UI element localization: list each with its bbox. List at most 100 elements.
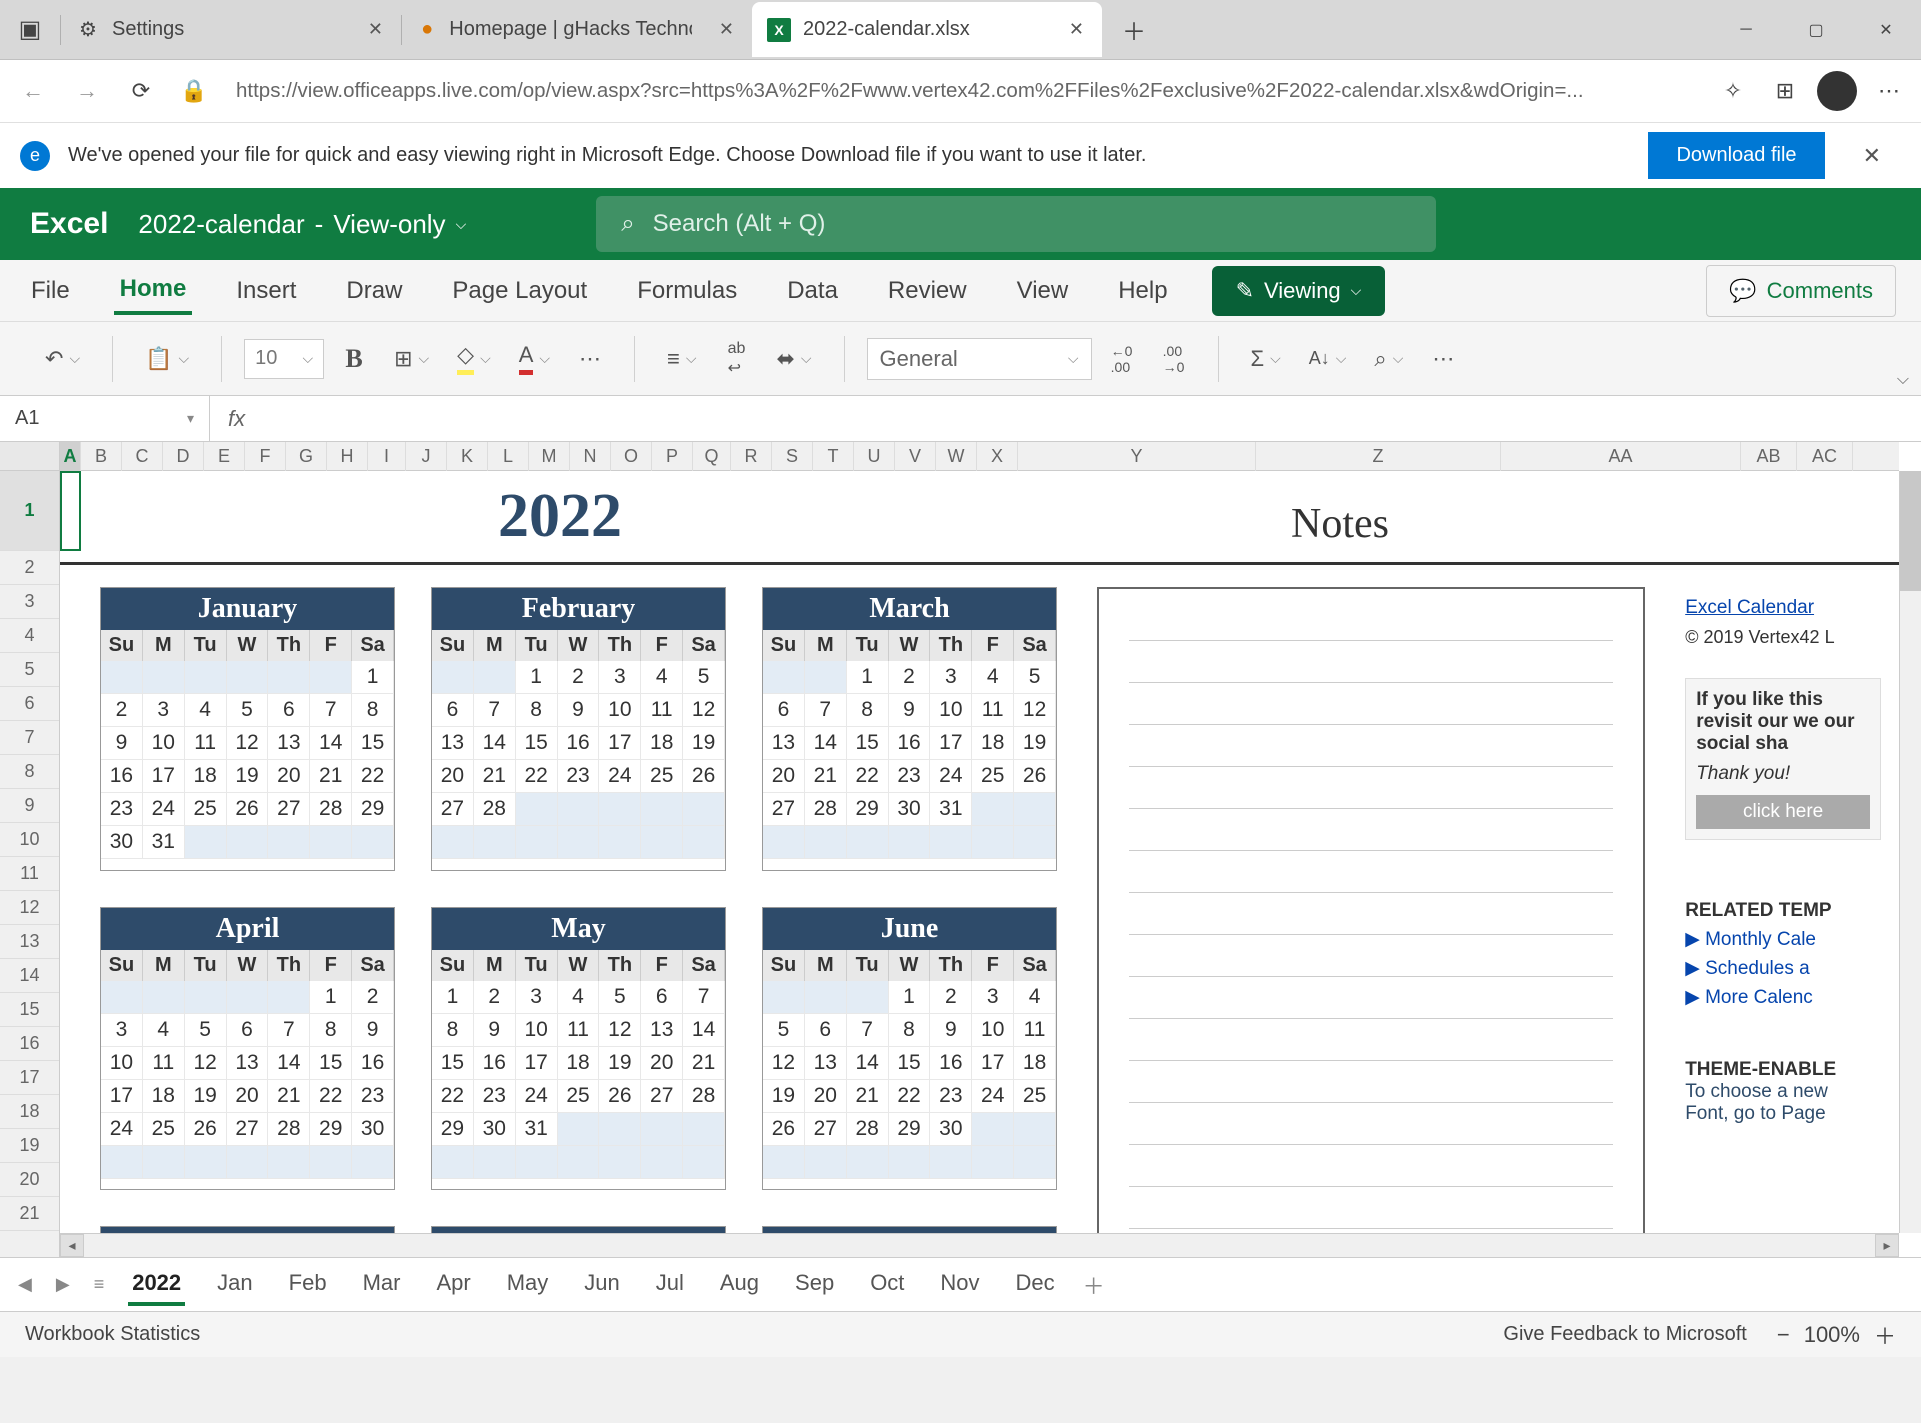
fx-icon[interactable]: fx (210, 406, 263, 432)
day-cell[interactable]: 26 (185, 1113, 227, 1146)
day-cell[interactable] (474, 661, 516, 694)
day-cell[interactable] (683, 826, 725, 859)
day-cell[interactable] (599, 1146, 641, 1179)
day-cell[interactable]: 16 (558, 727, 600, 760)
day-cell[interactable]: 19 (763, 1080, 805, 1113)
day-cell[interactable]: 17 (972, 1047, 1014, 1080)
day-cell[interactable]: 6 (432, 694, 474, 727)
day-cell[interactable]: 31 (143, 826, 185, 859)
day-cell[interactable]: 3 (101, 1014, 143, 1047)
day-cell[interactable]: 31 (930, 793, 972, 826)
all-sheets-icon[interactable]: ≡ (94, 1274, 105, 1295)
day-cell[interactable]: 19 (1014, 727, 1056, 760)
day-cell[interactable]: 5 (1014, 661, 1056, 694)
sheet-tab-oct[interactable]: Oct (866, 1264, 908, 1306)
tab-settings[interactable]: ⚙ Settings ✕ (61, 2, 401, 57)
day-cell[interactable]: 20 (763, 760, 805, 793)
day-cell[interactable]: 10 (143, 727, 185, 760)
day-cell[interactable] (972, 826, 1014, 859)
day-cell[interactable]: 22 (516, 760, 558, 793)
row-header[interactable]: 4 (0, 619, 59, 653)
day-cell[interactable]: 15 (352, 727, 394, 760)
close-icon[interactable]: ✕ (368, 19, 383, 40)
day-cell[interactable]: 14 (310, 727, 352, 760)
day-cell[interactable] (268, 826, 310, 859)
day-cell[interactable]: 25 (972, 760, 1014, 793)
day-cell[interactable] (352, 826, 394, 859)
row-header[interactable]: 11 (0, 857, 59, 891)
day-cell[interactable]: 4 (1014, 981, 1056, 1014)
day-cell[interactable] (1014, 793, 1056, 826)
prev-sheet-icon[interactable]: ◀ (18, 1274, 32, 1295)
day-cell[interactable] (972, 793, 1014, 826)
row-header[interactable]: 14 (0, 959, 59, 993)
day-cell[interactable]: 9 (558, 694, 600, 727)
day-cell[interactable]: 24 (972, 1080, 1014, 1113)
day-cell[interactable] (185, 661, 227, 694)
number-format-select[interactable]: General ⌵ (867, 338, 1092, 380)
day-cell[interactable] (641, 1146, 683, 1179)
day-cell[interactable]: 20 (641, 1047, 683, 1080)
day-cell[interactable] (805, 981, 847, 1014)
sheet-tab-mar[interactable]: Mar (359, 1264, 405, 1306)
day-cell[interactable]: 24 (930, 760, 972, 793)
row-header[interactable]: 12 (0, 891, 59, 925)
day-cell[interactable]: 17 (143, 760, 185, 793)
sheet-tab-jan[interactable]: Jan (213, 1264, 256, 1306)
day-cell[interactable]: 29 (889, 1113, 931, 1146)
sheet-tab-sep[interactable]: Sep (791, 1264, 838, 1306)
favorite-icon[interactable]: ✧ (1713, 71, 1753, 111)
day-cell[interactable]: 12 (185, 1047, 227, 1080)
sort-filter-button[interactable]: A↓⌵ (1299, 337, 1357, 381)
row-header[interactable]: 18 (0, 1095, 59, 1129)
day-cell[interactable]: 27 (641, 1080, 683, 1113)
day-cell[interactable] (143, 661, 185, 694)
search-box[interactable]: ⌕ Search (Alt + Q) (596, 196, 1436, 252)
sheet-tab-feb[interactable]: Feb (285, 1264, 331, 1306)
day-cell[interactable] (310, 1146, 352, 1179)
day-cell[interactable] (474, 826, 516, 859)
day-cell[interactable]: 6 (268, 694, 310, 727)
next-sheet-icon[interactable]: ▶ (56, 1274, 70, 1295)
day-cell[interactable] (641, 826, 683, 859)
day-cell[interactable]: 29 (847, 793, 889, 826)
day-cell[interactable] (558, 826, 600, 859)
horizontal-scrollbar[interactable]: ◂ ▸ (60, 1233, 1899, 1257)
day-cell[interactable]: 3 (143, 694, 185, 727)
day-cell[interactable] (763, 1146, 805, 1179)
day-cell[interactable] (847, 981, 889, 1014)
day-cell[interactable]: 26 (227, 793, 269, 826)
day-cell[interactable]: 22 (847, 760, 889, 793)
day-cell[interactable] (847, 1146, 889, 1179)
day-cell[interactable] (889, 826, 931, 859)
day-cell[interactable]: 15 (847, 727, 889, 760)
day-cell[interactable]: 14 (268, 1047, 310, 1080)
day-cell[interactable] (352, 1146, 394, 1179)
viewing-mode-button[interactable]: ✎ Viewing ⌵ (1212, 266, 1386, 316)
day-cell[interactable]: 1 (847, 661, 889, 694)
day-cell[interactable]: 25 (558, 1080, 600, 1113)
day-cell[interactable] (930, 1146, 972, 1179)
day-cell[interactable]: 24 (516, 1080, 558, 1113)
tab-excel-active[interactable]: X 2022-calendar.xlsx ✕ (752, 2, 1102, 57)
day-cell[interactable]: 18 (143, 1080, 185, 1113)
day-cell[interactable] (227, 981, 269, 1014)
day-cell[interactable]: 2 (101, 694, 143, 727)
day-cell[interactable]: 29 (310, 1113, 352, 1146)
day-cell[interactable] (101, 1146, 143, 1179)
ribbon-tab-file[interactable]: File (25, 269, 76, 313)
day-cell[interactable]: 8 (889, 1014, 931, 1047)
day-cell[interactable]: 15 (310, 1047, 352, 1080)
day-cell[interactable]: 26 (599, 1080, 641, 1113)
borders-button[interactable]: ⊞⌵ (384, 337, 439, 381)
day-cell[interactable] (805, 1146, 847, 1179)
day-cell[interactable]: 8 (352, 694, 394, 727)
scroll-right-icon[interactable]: ▸ (1875, 1234, 1899, 1257)
day-cell[interactable]: 1 (352, 661, 394, 694)
align-button[interactable]: ≡⌵ (657, 337, 706, 381)
day-cell[interactable] (516, 826, 558, 859)
day-cell[interactable]: 18 (558, 1047, 600, 1080)
ribbon-tab-home[interactable]: Home (114, 267, 193, 315)
day-cell[interactable]: 4 (641, 661, 683, 694)
day-cell[interactable]: 25 (641, 760, 683, 793)
